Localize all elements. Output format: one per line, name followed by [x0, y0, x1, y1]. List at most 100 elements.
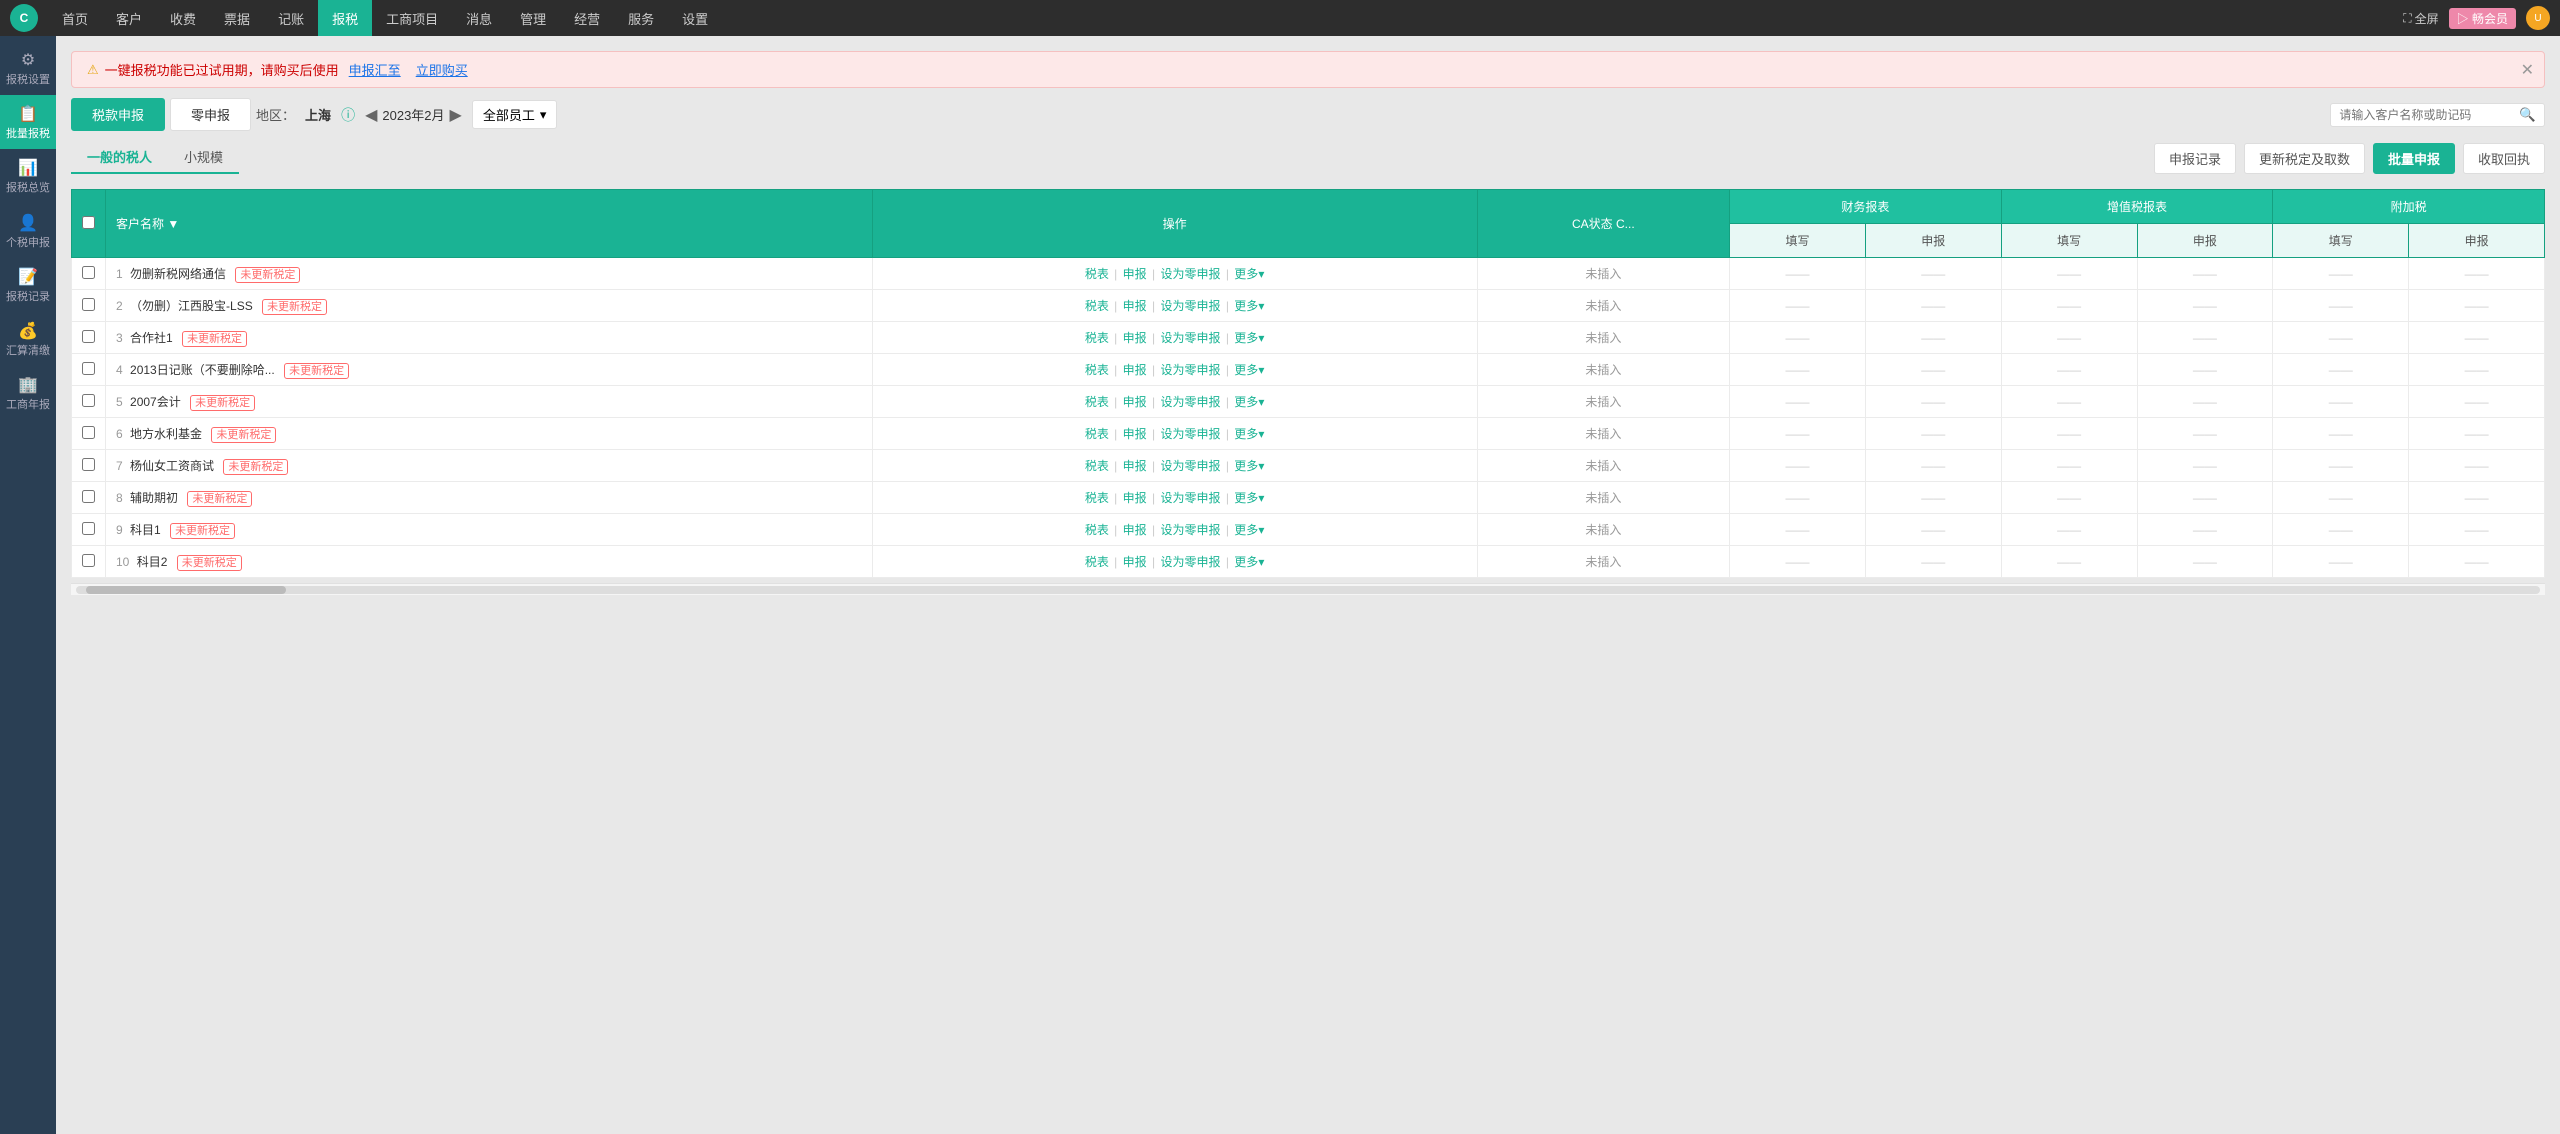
op-more[interactable]: 更多▾ — [1234, 491, 1264, 505]
op-more[interactable]: 更多▾ — [1234, 555, 1264, 569]
row-name-text: 杨仙女工资商试 — [130, 459, 214, 473]
op-tax-table[interactable]: 税表 — [1085, 459, 1109, 473]
sidebar-item-tax-records[interactable]: 📝 报税记录 — [0, 258, 56, 312]
nav-business[interactable]: 工商项目 — [372, 0, 452, 36]
horizontal-scrollbar[interactable] — [71, 583, 2545, 595]
tab-small-scale[interactable]: 小规模 — [168, 141, 239, 172]
sidebar-item-tax-overview[interactable]: 📊 报税总览 — [0, 149, 56, 203]
op-declare[interactable]: 申报 — [1123, 427, 1147, 441]
row-checkbox-9[interactable] — [82, 554, 95, 567]
op-tax-table[interactable]: 税表 — [1085, 267, 1109, 281]
op-declare[interactable]: 申报 — [1123, 555, 1147, 569]
op-declare[interactable]: 申报 — [1123, 267, 1147, 281]
row-number: 2 — [116, 299, 123, 313]
notice-link-buy[interactable]: 立即购买 — [416, 60, 468, 79]
op-more[interactable]: 更多▾ — [1234, 395, 1264, 409]
sidebar-item-settlement[interactable]: 💰 汇算清缴 — [0, 312, 56, 366]
sidebar-item-tax-settings[interactable]: ⚙ 报税设置 — [0, 41, 56, 95]
op-tax-table[interactable]: 税表 — [1085, 299, 1109, 313]
nav-message[interactable]: 消息 — [452, 0, 506, 36]
nav-manage[interactable]: 管理 — [506, 0, 560, 36]
nav-billing[interactable]: 收费 — [156, 0, 210, 36]
tab-tax-declaration[interactable]: 税款申报 — [71, 98, 165, 131]
row-checkbox-8[interactable] — [82, 522, 95, 535]
op-set-zero[interactable]: 设为零申报 — [1160, 555, 1220, 569]
member-button[interactable]: ▷ 畅会员 — [2449, 8, 2516, 29]
op-tax-table[interactable]: 税表 — [1085, 395, 1109, 409]
sidebar-item-batch-tax[interactable]: 📋 批量报税 — [0, 95, 56, 149]
search-input[interactable] — [2339, 108, 2519, 122]
row-operations: 税表 | 申报 | 设为零申报 | 更多▾ — [872, 386, 1477, 418]
op-declare[interactable]: 申报 — [1123, 299, 1147, 313]
nav-settings[interactable]: 设置 — [668, 0, 722, 36]
table-row: 7 杨仙女工资商试 未更新税定 税表 | 申报 | 设为零申报 | 更多▾ 未插… — [72, 450, 2545, 482]
nav-service[interactable]: 服务 — [614, 0, 668, 36]
row-fin-declare: —— — [1865, 450, 2001, 482]
row-checkbox-6[interactable] — [82, 458, 95, 471]
op-tax-table[interactable]: 税表 — [1085, 523, 1109, 537]
op-declare[interactable]: 申报 — [1123, 395, 1147, 409]
fullscreen-button[interactable]: ⛶ 全屏 — [2403, 10, 2438, 27]
op-declare[interactable]: 申报 — [1123, 491, 1147, 505]
nav-operation[interactable]: 经营 — [560, 0, 614, 36]
op-more[interactable]: 更多▾ — [1234, 299, 1264, 313]
op-more[interactable]: 更多▾ — [1234, 331, 1264, 345]
op-tax-table[interactable]: 税表 — [1085, 427, 1109, 441]
op-declare[interactable]: 申报 — [1123, 363, 1147, 377]
sidebar-item-personal-tax[interactable]: 👤 个税申报 — [0, 204, 56, 258]
nav-customer[interactable]: 客户 — [102, 0, 156, 36]
staff-selector[interactable]: 全部员工 ▾ — [472, 100, 558, 129]
op-more[interactable]: 更多▾ — [1234, 459, 1264, 473]
op-declare[interactable]: 申报 — [1123, 459, 1147, 473]
row-ca-status: 未插入 — [1477, 290, 1729, 322]
row-checkbox-5[interactable] — [82, 426, 95, 439]
nav-home[interactable]: 首页 — [48, 0, 102, 36]
nav-invoice[interactable]: 票据 — [210, 0, 264, 36]
info-icon[interactable]: ⓘ — [341, 105, 355, 125]
update-tax-button[interactable]: 更新税定及取数 — [2244, 143, 2365, 174]
op-tax-table[interactable]: 税表 — [1085, 331, 1109, 345]
op-more[interactable]: 更多▾ — [1234, 523, 1264, 537]
op-set-zero[interactable]: 设为零申报 — [1160, 363, 1220, 377]
row-checkbox-4[interactable] — [82, 394, 95, 407]
prev-date-button[interactable]: ◀ — [365, 105, 377, 125]
batch-declare-button[interactable]: 批量申报 — [2373, 143, 2455, 174]
row-checkbox-1[interactable] — [82, 298, 95, 311]
search-button[interactable]: 🔍 — [2519, 107, 2536, 123]
op-set-zero[interactable]: 设为零申报 — [1160, 267, 1220, 281]
row-vat-declare: —— — [2137, 450, 2273, 482]
op-set-zero[interactable]: 设为零申报 — [1160, 395, 1220, 409]
op-set-zero[interactable]: 设为零申报 — [1160, 523, 1220, 537]
op-tax-table[interactable]: 税表 — [1085, 491, 1109, 505]
op-set-zero[interactable]: 设为零申报 — [1160, 491, 1220, 505]
op-declare[interactable]: 申报 — [1123, 523, 1147, 537]
notice-link-report[interactable]: 申报汇至 — [349, 60, 401, 79]
notice-close-button[interactable]: ✕ — [2521, 60, 2534, 80]
op-set-zero[interactable]: 设为零申报 — [1160, 459, 1220, 473]
op-more[interactable]: 更多▾ — [1234, 427, 1264, 441]
nav-bookkeeping[interactable]: 记账 — [264, 0, 318, 36]
op-set-zero[interactable]: 设为零申报 — [1160, 427, 1220, 441]
row-checkbox-7[interactable] — [82, 490, 95, 503]
row-checkbox-2[interactable] — [82, 330, 95, 343]
row-checkbox-3[interactable] — [82, 362, 95, 375]
tab-general-taxpayer[interactable]: 一般的税人 — [71, 141, 168, 174]
op-set-zero[interactable]: 设为零申报 — [1160, 331, 1220, 345]
row-fin-fill: —— — [1730, 386, 1866, 418]
scroll-thumb[interactable] — [86, 586, 286, 594]
declare-record-button[interactable]: 申报记录 — [2154, 143, 2236, 174]
op-more[interactable]: 更多▾ — [1234, 363, 1264, 377]
sidebar-item-annual-report[interactable]: 🏢 工商年报 — [0, 366, 56, 420]
row-checkbox-0[interactable] — [82, 266, 95, 279]
tab-zero-declaration[interactable]: 零申报 — [170, 98, 251, 131]
retrieve-button[interactable]: 收取回执 — [2463, 143, 2545, 174]
select-all-checkbox[interactable] — [82, 216, 95, 229]
nav-tax[interactable]: 报税 — [318, 0, 372, 36]
table-scroll-area[interactable]: 客户名称 ▼ 操作 CA状态 C... 财务报表 增值税报表 附加税 填写 申报… — [71, 189, 2545, 595]
op-more[interactable]: 更多▾ — [1234, 267, 1264, 281]
next-date-button[interactable]: ▶ — [450, 105, 462, 125]
op-set-zero[interactable]: 设为零申报 — [1160, 299, 1220, 313]
op-tax-table[interactable]: 税表 — [1085, 363, 1109, 377]
op-declare[interactable]: 申报 — [1123, 331, 1147, 345]
op-tax-table[interactable]: 税表 — [1085, 555, 1109, 569]
